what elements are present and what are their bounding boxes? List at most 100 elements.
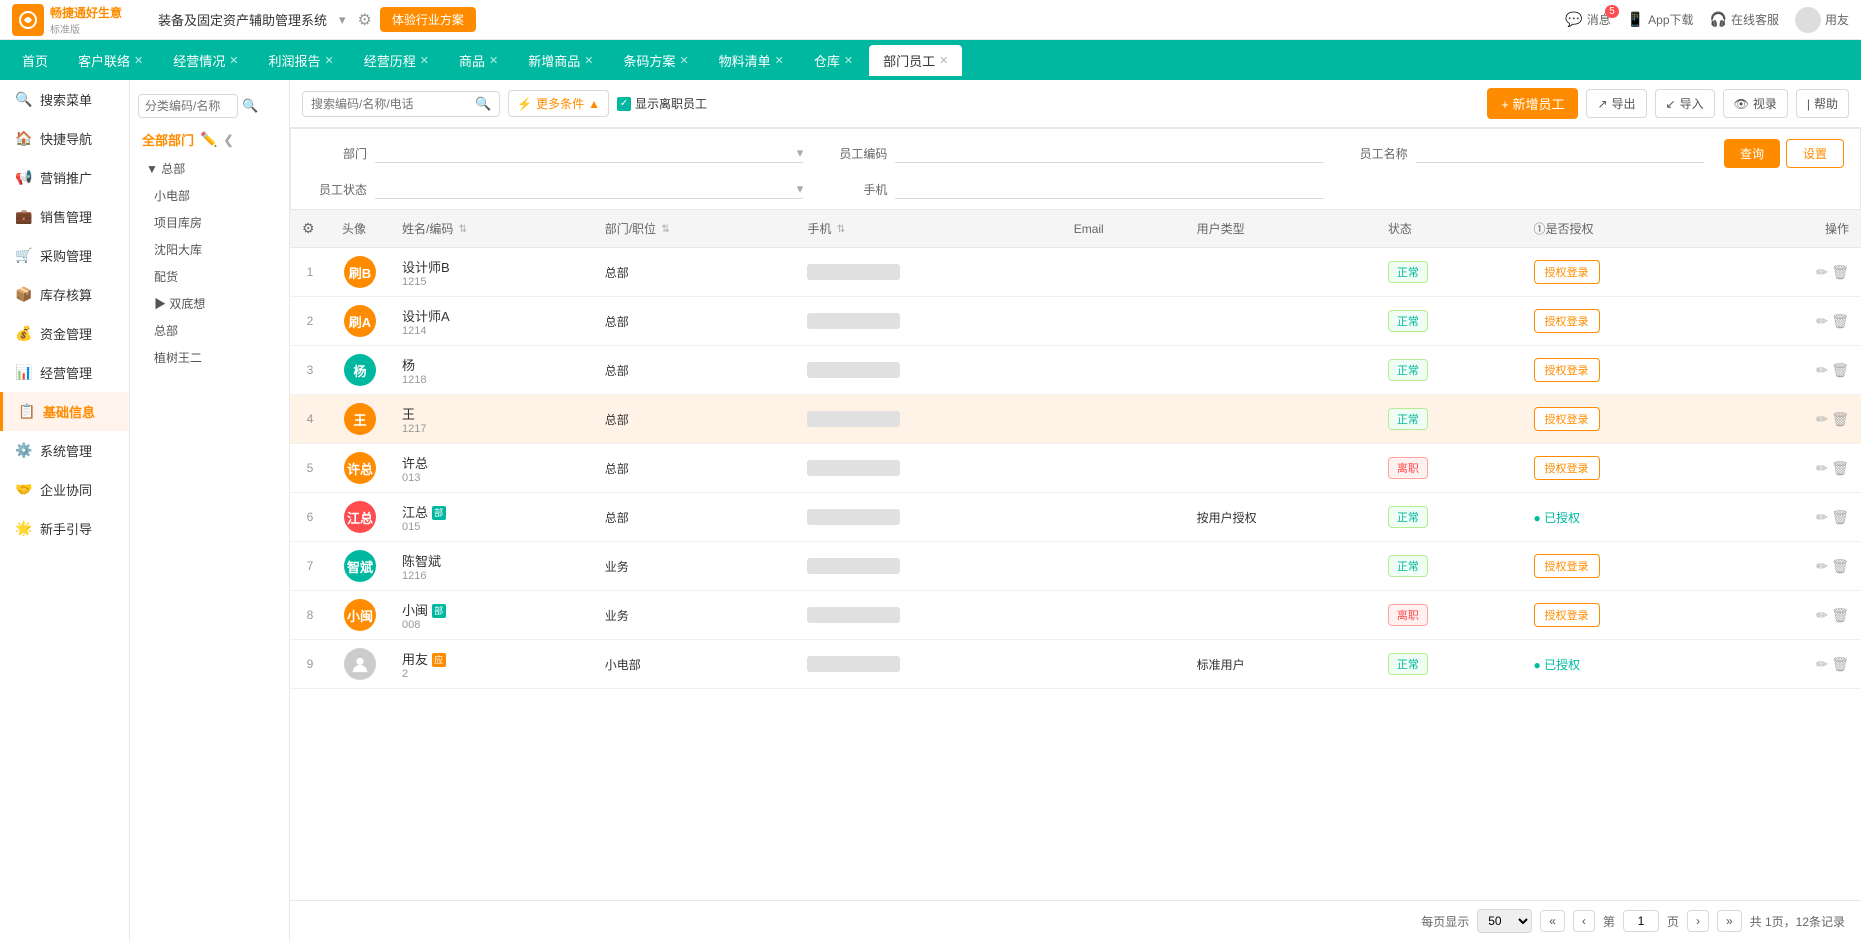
nav-item-add-goods[interactable]: 新增商品 ✕ bbox=[514, 45, 607, 76]
edit-button[interactable]: ✏ bbox=[1816, 607, 1828, 623]
col-auth[interactable]: ①是否授权 bbox=[1522, 210, 1727, 248]
dept-search-input[interactable] bbox=[138, 94, 238, 118]
sidebar-item-shortcuts[interactable]: 🏠 快捷导航 bbox=[0, 119, 129, 158]
sidebar-item-search[interactable]: 🔍 搜索菜单 bbox=[0, 80, 129, 119]
nav-item-bom[interactable]: 物料清单 ✕ bbox=[705, 45, 798, 76]
delete-button[interactable]: 🗑 bbox=[1831, 509, 1849, 525]
close-icon[interactable]: ✕ bbox=[325, 54, 334, 67]
auth-login-button[interactable]: 授权登录 bbox=[1534, 260, 1600, 284]
auth-login-button[interactable]: 授权登录 bbox=[1534, 358, 1600, 382]
view-button[interactable]: 👁 视录 bbox=[1723, 89, 1788, 118]
page-number-input[interactable] bbox=[1623, 910, 1659, 932]
experience-button[interactable]: 体验行业方案 bbox=[380, 7, 476, 32]
auth-login-button[interactable]: 授权登录 bbox=[1534, 309, 1600, 333]
sidebar-item-sales[interactable]: 💼 销售管理 bbox=[0, 197, 129, 236]
nav-item-profit[interactable]: 利润报告 ✕ bbox=[254, 45, 347, 76]
auth-login-button[interactable]: 授权登录 bbox=[1534, 603, 1600, 627]
edit-button[interactable]: ✏ bbox=[1816, 411, 1828, 427]
close-icon[interactable]: ✕ bbox=[489, 54, 498, 67]
col-gear[interactable]: ⚙ bbox=[290, 210, 330, 248]
export-button[interactable]: ↗ 导出 bbox=[1586, 89, 1646, 118]
filter-dept-input[interactable] bbox=[375, 144, 797, 162]
delete-button[interactable]: 🗑 bbox=[1831, 264, 1849, 280]
filter-emp-code-input[interactable] bbox=[895, 144, 1323, 163]
sidebar-item-finance[interactable]: 💰 资金管理 bbox=[0, 314, 129, 353]
sidebar-item-basic-info[interactable]: 📋 基础信息 bbox=[0, 392, 129, 431]
search-input[interactable] bbox=[311, 97, 471, 111]
delete-button[interactable]: 🗑 bbox=[1831, 313, 1849, 329]
app-download-button[interactable]: 📱 App下载 bbox=[1627, 11, 1694, 28]
edit-button[interactable]: ✏ bbox=[1816, 509, 1828, 525]
dept-item-projroom[interactable]: 项目库房 bbox=[130, 209, 289, 236]
col-dept[interactable]: 部门/职位 ⇅ bbox=[593, 210, 796, 248]
show-resigned-check[interactable]: ✓ 显示离职员工 bbox=[617, 95, 707, 112]
more-filter-button[interactable]: ⚡ 更多条件 ▲ bbox=[508, 90, 609, 117]
nav-item-employees[interactable]: 部门员工 ✕ bbox=[869, 45, 962, 76]
edit-button[interactable]: ✏ bbox=[1816, 362, 1828, 378]
last-page-button[interactable]: » bbox=[1717, 910, 1742, 932]
nav-item-history[interactable]: 经营历程 ✕ bbox=[350, 45, 443, 76]
close-icon[interactable]: ✕ bbox=[939, 54, 948, 67]
close-icon[interactable]: ✕ bbox=[584, 54, 593, 67]
user-avatar[interactable]: 用友 bbox=[1795, 7, 1849, 33]
sidebar-item-system[interactable]: ⚙️ 系统管理 bbox=[0, 431, 129, 470]
close-icon[interactable]: ✕ bbox=[229, 54, 238, 67]
filter-emp-name-input[interactable] bbox=[1416, 144, 1704, 163]
filter-phone-input[interactable] bbox=[895, 180, 1323, 199]
dept-item-zhishu[interactable]: 植树王二 bbox=[130, 344, 289, 371]
nav-item-goods[interactable]: 商品 ✕ bbox=[445, 45, 512, 76]
edit-button[interactable]: ✏ bbox=[1816, 656, 1828, 672]
dept-item-hq[interactable]: ▼ 总部 bbox=[130, 155, 289, 182]
auth-login-button[interactable]: 授权登录 bbox=[1534, 407, 1600, 431]
dept-search-icon[interactable]: 🔍 bbox=[242, 98, 258, 114]
set-button[interactable]: 设置 bbox=[1786, 139, 1844, 168]
close-icon[interactable]: ✕ bbox=[134, 54, 143, 67]
delete-button[interactable]: 🗑 bbox=[1831, 411, 1849, 427]
messages-button[interactable]: 💬 消息 5 bbox=[1565, 11, 1610, 28]
nav-item-customer[interactable]: 客户联络 ✕ bbox=[64, 45, 157, 76]
sidebar-item-guide[interactable]: 🌟 新手引导 bbox=[0, 509, 129, 548]
delete-button[interactable]: 🗑 bbox=[1831, 656, 1849, 672]
sidebar-item-purchase[interactable]: 🛒 采购管理 bbox=[0, 236, 129, 275]
collapse-icon[interactable]: ❮ bbox=[223, 133, 233, 147]
online-service-button[interactable]: 🎧 在线客服 bbox=[1710, 11, 1779, 28]
delete-button[interactable]: 🗑 bbox=[1831, 607, 1849, 623]
sidebar-item-collab[interactable]: 🤝 企业协同 bbox=[0, 470, 129, 509]
filter-status-input[interactable] bbox=[375, 180, 797, 198]
nav-item-barcode[interactable]: 条码方案 ✕ bbox=[609, 45, 702, 76]
per-page-select[interactable]: 50 100 bbox=[1477, 909, 1532, 933]
close-icon[interactable]: ✕ bbox=[844, 54, 853, 67]
col-name[interactable]: 姓名/编码 ⇅ bbox=[390, 210, 593, 248]
sidebar-item-management[interactable]: 📊 经营管理 bbox=[0, 353, 129, 392]
dept-header[interactable]: 全部部门 ✏️ ❮ bbox=[130, 124, 289, 155]
sidebar-item-marketing[interactable]: 📢 营销推广 bbox=[0, 158, 129, 197]
edit-button[interactable]: ✏ bbox=[1816, 264, 1828, 280]
status-dropdown-icon[interactable]: ▾ bbox=[797, 181, 804, 197]
edit-button[interactable]: ✏ bbox=[1816, 460, 1828, 476]
dept-item-shenyang[interactable]: 沈阳大库 bbox=[130, 236, 289, 263]
nav-item-warehouse[interactable]: 仓库 ✕ bbox=[800, 45, 867, 76]
delete-button[interactable]: 🗑 bbox=[1831, 362, 1849, 378]
edit-button[interactable]: ✏ bbox=[1816, 313, 1828, 329]
close-icon[interactable]: ✕ bbox=[420, 54, 429, 67]
settings-icon[interactable]: ⚙ bbox=[358, 10, 372, 30]
nav-item-home[interactable]: 首页 bbox=[8, 45, 62, 76]
auth-login-button[interactable]: 授权登录 bbox=[1534, 456, 1600, 480]
delete-button[interactable]: 🗑 bbox=[1831, 460, 1849, 476]
prev-page-button[interactable]: ‹ bbox=[1573, 910, 1595, 932]
help-button[interactable]: | 帮助 bbox=[1796, 89, 1849, 118]
dept-item-shuangdi[interactable]: ▶ 双底想 bbox=[130, 290, 289, 317]
dropdown-icon[interactable]: ▾ bbox=[339, 12, 346, 28]
search-button[interactable]: 查询 bbox=[1724, 139, 1780, 168]
sidebar-item-inventory[interactable]: 📦 库存核算 bbox=[0, 275, 129, 314]
close-icon[interactable]: ✕ bbox=[775, 54, 784, 67]
dept-item-xdept[interactable]: 小电部 bbox=[130, 182, 289, 209]
edit-button[interactable]: ✏ bbox=[1816, 558, 1828, 574]
next-page-button[interactable]: › bbox=[1687, 910, 1709, 932]
edit-dept-icon[interactable]: ✏️ bbox=[200, 131, 217, 148]
import-button[interactable]: ↙ 导入 bbox=[1655, 89, 1715, 118]
dept-dropdown-icon[interactable]: ▾ bbox=[797, 145, 804, 161]
delete-button[interactable]: 🗑 bbox=[1831, 558, 1849, 574]
dept-item-peihuo[interactable]: 配货 bbox=[130, 263, 289, 290]
close-icon[interactable]: ✕ bbox=[679, 54, 688, 67]
